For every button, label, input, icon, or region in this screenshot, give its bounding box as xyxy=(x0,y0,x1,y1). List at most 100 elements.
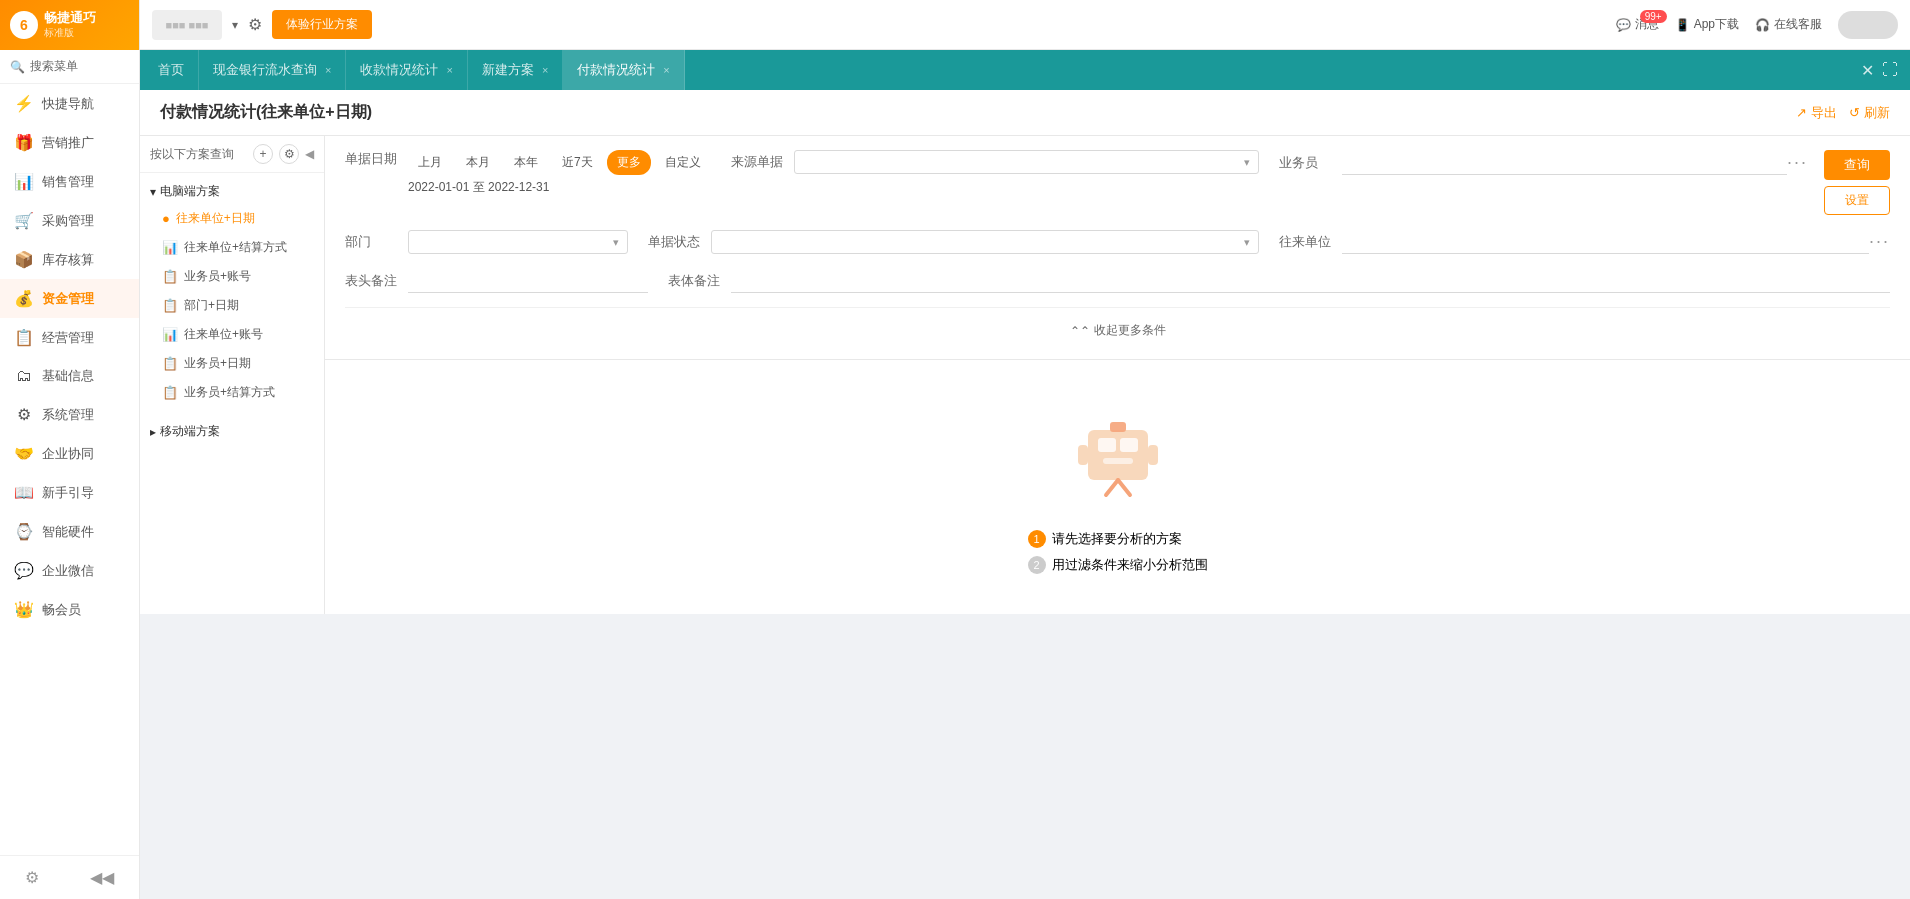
header-note-filter: 表头备注 xyxy=(345,268,648,293)
sidebar-item-system[interactable]: ⚙ 系统管理 xyxy=(0,395,139,434)
sidebar-item-wechat[interactable]: 💬 企业微信 xyxy=(0,551,139,590)
sidebar-item-label: 经营管理 xyxy=(42,329,94,347)
topbar: ■■■ ■■■ ▾ ⚙ 体验行业方案 💬 消息 99+ 📱 App下载 🎧 在线… xyxy=(140,0,1910,50)
scheme-item-staff-account[interactable]: 📋 业务员+账号 xyxy=(140,262,324,291)
svg-rect-3 xyxy=(1103,458,1133,464)
tabs-expand-btn[interactable]: ⛶ xyxy=(1882,61,1898,79)
tab-home[interactable]: 首页 xyxy=(144,50,199,90)
date-more[interactable]: 更多 xyxy=(607,150,651,175)
sidebar-settings-btn[interactable]: ⚙ xyxy=(17,864,47,891)
topbar-right: 💬 消息 99+ 📱 App下载 🎧 在线客服 xyxy=(1616,11,1898,39)
sidebar-search[interactable]: 🔍 搜索菜单 xyxy=(0,50,139,84)
tab-cashflow[interactable]: 现金银行流水查询 × xyxy=(199,50,346,90)
date-last7[interactable]: 近7天 xyxy=(552,150,603,175)
tab-payments[interactable]: 付款情况统计 × xyxy=(563,50,684,90)
guide-icon: 📖 xyxy=(14,483,34,502)
scheme-item-partner-payment[interactable]: 📊 往来单位+结算方式 xyxy=(140,233,324,262)
filter-section: 单据日期 上月 本月 本年 近7天 更多 自定义 20 xyxy=(325,136,1910,359)
sidebar-item-label: 资金管理 xyxy=(42,290,94,308)
sidebar-item-hardware[interactable]: ⌚ 智能硬件 xyxy=(0,512,139,551)
scheme-add-btn[interactable]: + xyxy=(253,144,273,164)
date-filter: 单据日期 上月 本月 本年 近7天 更多 自定义 20 xyxy=(345,150,711,196)
trial-btn[interactable]: 体验行业方案 xyxy=(272,10,372,39)
scheme-item-staff-payment[interactable]: 📋 业务员+结算方式 xyxy=(140,378,324,407)
date-prev-month[interactable]: 上月 xyxy=(408,150,452,175)
scheme-item-partner-date[interactable]: ● 往来单位+日期 xyxy=(140,204,324,233)
scheme-group-desktop-header[interactable]: ▾ 电脑端方案 xyxy=(140,179,324,204)
export-btn[interactable]: ↗ 导出 xyxy=(1796,104,1837,122)
sidebar-item-label: 企业协同 xyxy=(42,445,94,463)
source-doc-select[interactable] xyxy=(794,150,1260,174)
scheme-group-mobile-header[interactable]: ▸ 移动端方案 xyxy=(140,419,324,444)
header-note-label: 表头备注 xyxy=(345,272,400,290)
staff-input[interactable] xyxy=(1342,150,1787,175)
date-cur-year[interactable]: 本年 xyxy=(504,150,548,175)
doc-status-filter: 单据状态 xyxy=(648,230,1259,254)
action-buttons: 查询 设置 xyxy=(1824,150,1890,215)
header-note-input[interactable] xyxy=(408,268,648,293)
tab-payments-close[interactable]: × xyxy=(663,64,669,76)
filter-row-3: 表头备注 表体备注 xyxy=(345,268,1890,293)
collapse-btn[interactable]: ⌃⌃ 收起更多条件 xyxy=(345,316,1890,345)
sidebar-item-inventory[interactable]: 📦 库存核算 xyxy=(0,240,139,279)
tab-receipts[interactable]: 收款情况统计 × xyxy=(346,50,467,90)
empty-step-2: 2 用过滤条件来缩小分析范围 xyxy=(1028,556,1208,574)
basics-icon: 🗂 xyxy=(14,367,34,385)
scheme-item-staff-date[interactable]: 📋 业务员+日期 xyxy=(140,349,324,378)
app-download-btn[interactable]: 📱 App下载 xyxy=(1675,16,1739,33)
scheme-group-mobile-label: 移动端方案 xyxy=(160,423,220,440)
staff-dots-btn[interactable]: ··· xyxy=(1787,152,1808,173)
scheme-group-desktop-label: 电脑端方案 xyxy=(160,183,220,200)
topbar-settings-icon[interactable]: ⚙ xyxy=(248,15,262,34)
sidebar-item-enterprise[interactable]: 🤝 企业协同 xyxy=(0,434,139,473)
body-note-input[interactable] xyxy=(731,268,1890,293)
search-icon: 🔍 xyxy=(10,60,25,74)
scheme-item-partner-account[interactable]: 📊 往来单位+账号 xyxy=(140,320,324,349)
sidebar-item-finance[interactable]: 💰 资金管理 xyxy=(0,279,139,318)
sidebar-item-guide[interactable]: 📖 新手引导 xyxy=(0,473,139,512)
online-service-btn[interactable]: 🎧 在线客服 xyxy=(1755,16,1822,33)
scheme-item-dept-date[interactable]: 📋 部门+日期 xyxy=(140,291,324,320)
svg-line-8 xyxy=(1118,480,1130,495)
date-custom[interactable]: 自定义 xyxy=(655,150,711,175)
refresh-btn[interactable]: ↺ 刷新 xyxy=(1849,104,1890,122)
scheme-settings-btn[interactable]: ⚙ xyxy=(279,144,299,164)
doc-status-select[interactable] xyxy=(711,230,1259,254)
sidebar-collapse-btn[interactable]: ◀◀ xyxy=(82,864,122,891)
tab-receipts-close[interactable]: × xyxy=(446,64,452,76)
dept-select[interactable] xyxy=(408,230,628,254)
partner-dots-btn[interactable]: ··· xyxy=(1869,231,1890,252)
sidebar-item-member[interactable]: 👑 畅会员 xyxy=(0,590,139,629)
svg-rect-5 xyxy=(1078,445,1088,465)
date-cur-month[interactable]: 本月 xyxy=(456,150,500,175)
tabs-close-btn[interactable]: ✕ xyxy=(1861,61,1874,80)
svg-rect-6 xyxy=(1148,445,1158,465)
filter-row-2: 部门 单据状态 xyxy=(345,229,1890,254)
page-title: 付款情况统计(往来单位+日期) xyxy=(160,102,372,123)
sidebar-item-marketing[interactable]: 🎁 营销推广 xyxy=(0,123,139,162)
body-note-label: 表体备注 xyxy=(668,272,723,290)
source-doc-chevron xyxy=(1244,155,1250,169)
tab-new-scheme-close[interactable]: × xyxy=(542,64,548,76)
member-icon: 👑 xyxy=(14,600,34,619)
settings-btn[interactable]: 设置 xyxy=(1824,186,1890,215)
sidebar-item-sales[interactable]: 📊 销售管理 xyxy=(0,162,139,201)
topbar-user-avatar[interactable] xyxy=(1838,11,1898,39)
sidebar-item-purchase[interactable]: 🛒 采购管理 xyxy=(0,201,139,240)
scheme-collapse-btn[interactable]: ◀ xyxy=(305,147,314,161)
dept-chevron xyxy=(613,235,619,249)
sidebar-item-basics[interactable]: 🗂 基础信息 xyxy=(0,357,139,395)
tab-cashflow-close[interactable]: × xyxy=(325,64,331,76)
sidebar-nav: ⚡ 快捷导航 🎁 营销推广 📊 销售管理 🛒 采购管理 📦 库存核算 💰 资金管… xyxy=(0,84,139,855)
tab-home-label: 首页 xyxy=(158,61,184,79)
sidebar-item-operations[interactable]: 📋 经营管理 xyxy=(0,318,139,357)
partner-input[interactable] xyxy=(1342,229,1869,254)
topbar-dropdown-icon[interactable]: ▾ xyxy=(232,18,238,32)
tab-new-scheme[interactable]: 新建方案 × xyxy=(468,50,563,90)
messages-btn[interactable]: 💬 消息 99+ xyxy=(1616,16,1659,33)
empty-step-2-text: 用过滤条件来缩小分析范围 xyxy=(1052,556,1208,574)
query-btn[interactable]: 查询 xyxy=(1824,150,1890,180)
staff-input-area: ··· xyxy=(1342,150,1808,175)
app-download-label: App下载 xyxy=(1694,16,1739,33)
sidebar-item-quick-nav[interactable]: ⚡ 快捷导航 xyxy=(0,84,139,123)
